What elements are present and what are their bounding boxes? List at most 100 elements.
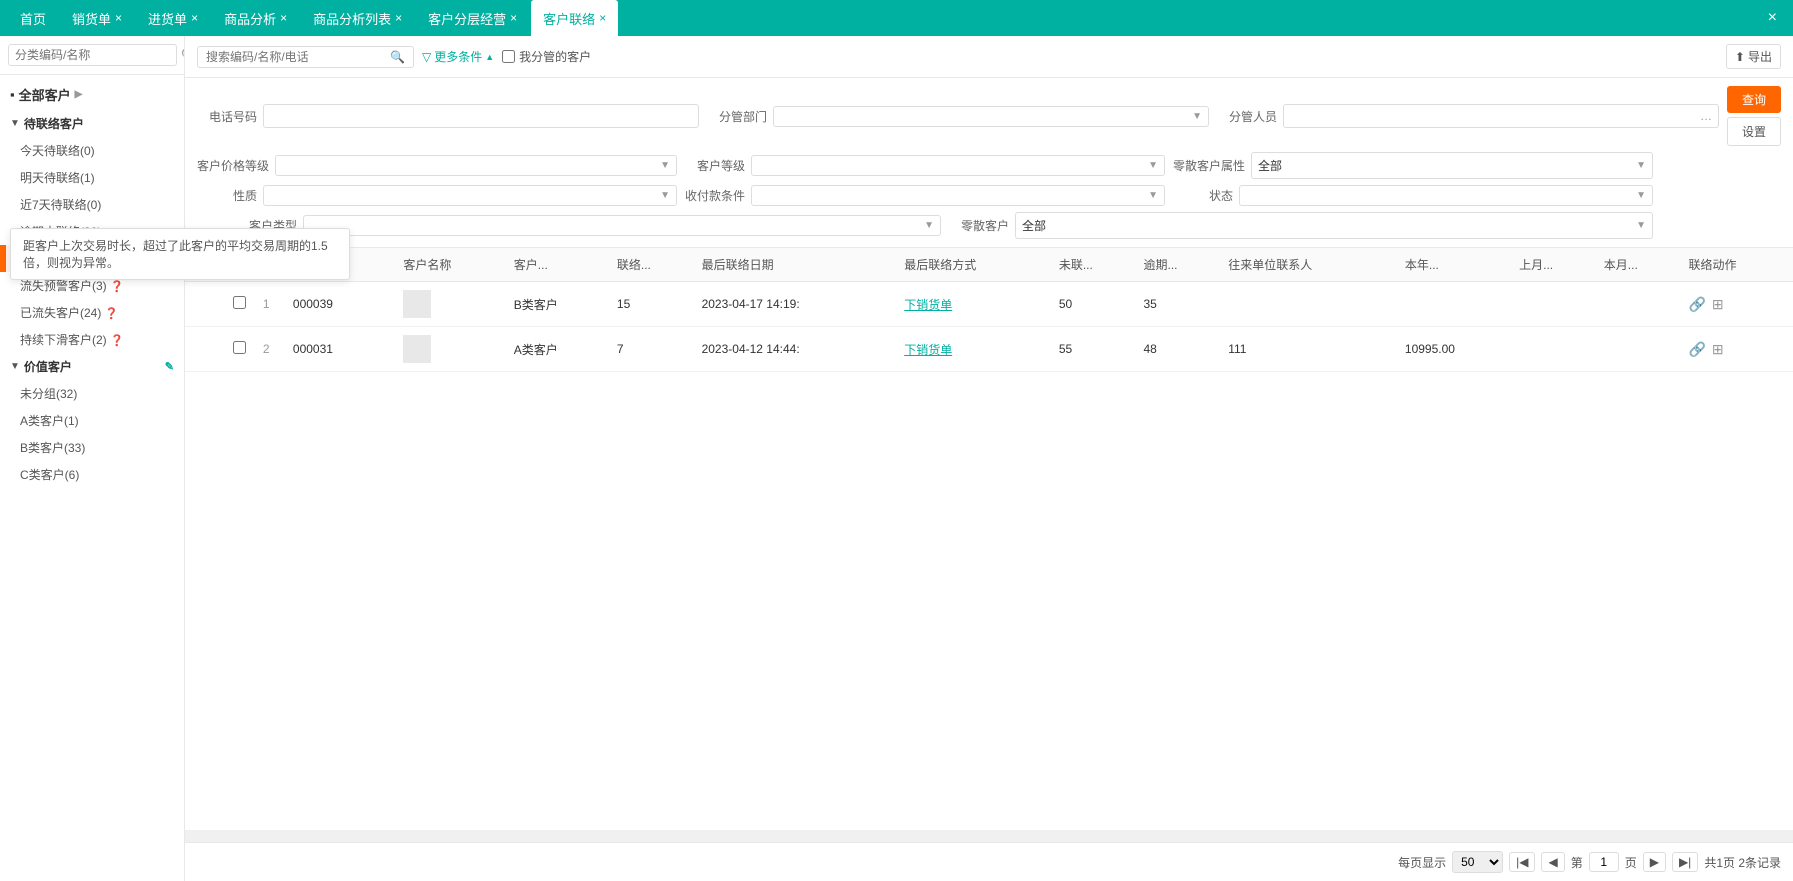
tab-sales-close[interactable]: ×	[115, 11, 122, 25]
customer-level-select[interactable]: ▼	[751, 155, 1165, 176]
tab-customer-tier[interactable]: 客户分层经营 ×	[416, 0, 529, 36]
sidebar-search-input[interactable]	[8, 44, 177, 66]
tab-customer-contact[interactable]: 客户联络 ×	[531, 0, 618, 36]
sidebar-item-class-c[interactable]: C类客户(6)	[0, 461, 184, 488]
cell-last-date-1: 2023-04-12 14:44:	[696, 327, 899, 372]
cell-contact-1: 7	[611, 327, 696, 372]
cell-checkbox-0[interactable]	[227, 282, 257, 327]
page-number-input[interactable]	[1589, 852, 1619, 872]
export-icon: ⬆	[1735, 50, 1745, 64]
action-link-icon-1[interactable]: 🔗	[1688, 341, 1705, 358]
cell-last-type-0[interactable]: 下销货单	[898, 282, 1053, 327]
my-customers-checkbox-label[interactable]: 我分管的客户	[502, 48, 591, 65]
cell-last-date-0: 2023-04-17 14:19:	[696, 282, 899, 327]
filter-label: 更多条件	[434, 48, 482, 65]
manager-select[interactable]: …	[1283, 104, 1719, 128]
sidebar-search-area: 🔍	[0, 36, 184, 75]
last-page-button[interactable]: ▶|	[1672, 852, 1698, 872]
search-icon[interactable]: 🔍	[390, 50, 405, 64]
tab-product-analysis[interactable]: 商品分析 ×	[212, 0, 299, 36]
filter-dept: 分管部门 ▼	[707, 106, 1209, 127]
sidebar-item-7days[interactable]: 近7天待联络(0)	[0, 191, 184, 218]
last-type-link-1[interactable]: 下销货单	[904, 343, 952, 357]
my-customers-checkbox[interactable]	[502, 50, 515, 63]
retail-attr-chevron-icon: ▼	[1636, 160, 1646, 171]
first-page-button[interactable]: |◀	[1509, 852, 1535, 872]
window-close-button[interactable]: ×	[1760, 9, 1785, 27]
query-button[interactable]: 查询	[1727, 86, 1781, 113]
tab-product-analysis-list[interactable]: 商品分析列表 ×	[301, 0, 414, 36]
cell-not-contacted-1: 55	[1053, 327, 1138, 372]
pending-label: 待联络客户	[24, 115, 84, 132]
toolbar: 🔍 ▽ 更多条件 ▲ 我分管的客户 ⬆ 导出	[185, 36, 1793, 78]
cell-contact-0: 15	[611, 282, 696, 327]
export-button[interactable]: ⬆ 导出	[1726, 44, 1781, 69]
tab-purchase[interactable]: 进货单 ×	[136, 0, 210, 36]
col-actions-header: 联络动作	[1682, 248, 1793, 282]
action-grid-icon-1[interactable]: ⊞	[1712, 341, 1724, 358]
total-label: 共1页 2条记录	[1704, 854, 1781, 871]
sidebar-item-today[interactable]: 今天待联络(0)	[0, 137, 184, 164]
per-page-select[interactable]: 50 20 100	[1452, 851, 1503, 873]
status-label: 状态	[1173, 187, 1233, 204]
filter-price-level: 客户价格等级 ▼	[197, 155, 677, 176]
sidebar-item-unclassified[interactable]: 未分组(32)	[0, 380, 184, 407]
filter-phone: 电话号码	[197, 104, 699, 128]
more-conditions-button[interactable]: ▽ 更多条件 ▲	[422, 48, 494, 65]
next-page-button[interactable]: ▶	[1643, 852, 1666, 872]
tab-customer-tier-close[interactable]: ×	[510, 11, 517, 25]
manager-more-icon[interactable]: …	[1700, 109, 1712, 123]
grid-icon: ▪	[10, 87, 15, 102]
prev-page-button[interactable]: ◀	[1541, 852, 1564, 872]
cell-last-month-0	[1513, 282, 1598, 327]
price-level-select[interactable]: ▼	[275, 155, 677, 176]
phone-input[interactable]	[263, 104, 699, 128]
cell-checkbox-1[interactable]	[227, 327, 257, 372]
sidebar-item-class-b[interactable]: B类客户(33)	[0, 434, 184, 461]
sidebar-item-declining[interactable]: 持续下滑客户(2) ❓	[0, 326, 184, 353]
retail-customer-select[interactable]: 全部 ▼	[1015, 212, 1653, 239]
page-label: 第	[1571, 854, 1583, 871]
sidebar-item-class-a[interactable]: A类客户(1)	[0, 407, 184, 434]
manager-label: 分管人员	[1217, 108, 1277, 125]
customer-type-select[interactable]: ▼	[303, 215, 941, 236]
cell-num-0: 1	[257, 282, 287, 327]
cell-overdue-0: 35	[1138, 282, 1223, 327]
status-select[interactable]: ▼	[1239, 185, 1653, 206]
search-input[interactable]	[206, 50, 386, 64]
last-type-link-0[interactable]: 下销货单	[904, 298, 952, 312]
tab-home[interactable]: 首页	[8, 0, 58, 36]
payment-label: 收付款条件	[685, 187, 745, 204]
sidebar-item-churned[interactable]: 已流失客户(24) ❓	[0, 299, 184, 326]
my-customers-label: 我分管的客户	[519, 48, 591, 65]
dept-select[interactable]: ▼	[773, 106, 1209, 127]
filter-manager: 分管人员 …	[1217, 104, 1719, 128]
retail-customer-label: 零散客户	[949, 217, 1009, 234]
sidebar-all-customers[interactable]: ▪ 全部客户 ▶	[0, 79, 184, 110]
col-overdue-header: 逾期...	[1138, 248, 1223, 282]
all-customers-label: 全部客户	[19, 85, 71, 104]
action-link-icon-0[interactable]: 🔗	[1688, 296, 1705, 313]
gender-select[interactable]: ▼	[263, 185, 677, 206]
payment-select[interactable]: ▼	[751, 185, 1165, 206]
horizontal-scrollbar[interactable]	[185, 830, 1793, 842]
retail-attr-select[interactable]: 全部 ▼	[1251, 152, 1653, 179]
filter-status: 状态 ▼	[1173, 185, 1653, 206]
edit-icon[interactable]: ✎	[165, 360, 174, 373]
sidebar-item-tomorrow[interactable]: 明天待联络(1)	[0, 164, 184, 191]
retail-customer-value: 全部	[1022, 217, 1046, 234]
action-grid-icon-0[interactable]: ⊞	[1712, 296, 1724, 313]
tab-purchase-close[interactable]: ×	[191, 11, 198, 25]
sidebar-pending-header: ▼ 待联络客户	[0, 110, 184, 137]
tab-product-analysis-list-close[interactable]: ×	[395, 11, 402, 25]
cell-last-type-1[interactable]: 下销货单	[898, 327, 1053, 372]
tab-product-analysis-close[interactable]: ×	[280, 11, 287, 25]
collapse-icon[interactable]: ▶	[75, 89, 83, 100]
tab-sales[interactable]: 销货单 ×	[60, 0, 134, 36]
price-level-chevron-icon: ▼	[660, 160, 670, 171]
setting-button[interactable]: 设置	[1727, 117, 1781, 146]
cell-settings-0	[185, 282, 227, 327]
cell-unit-contact-1: 111	[1222, 327, 1399, 372]
sidebar: 🔍 ▪ 全部客户 ▶ ▼ 待联络客户 今天待联络(0) 明天待联络(1) 近7天…	[0, 36, 185, 881]
tab-customer-contact-close[interactable]: ×	[599, 11, 606, 25]
